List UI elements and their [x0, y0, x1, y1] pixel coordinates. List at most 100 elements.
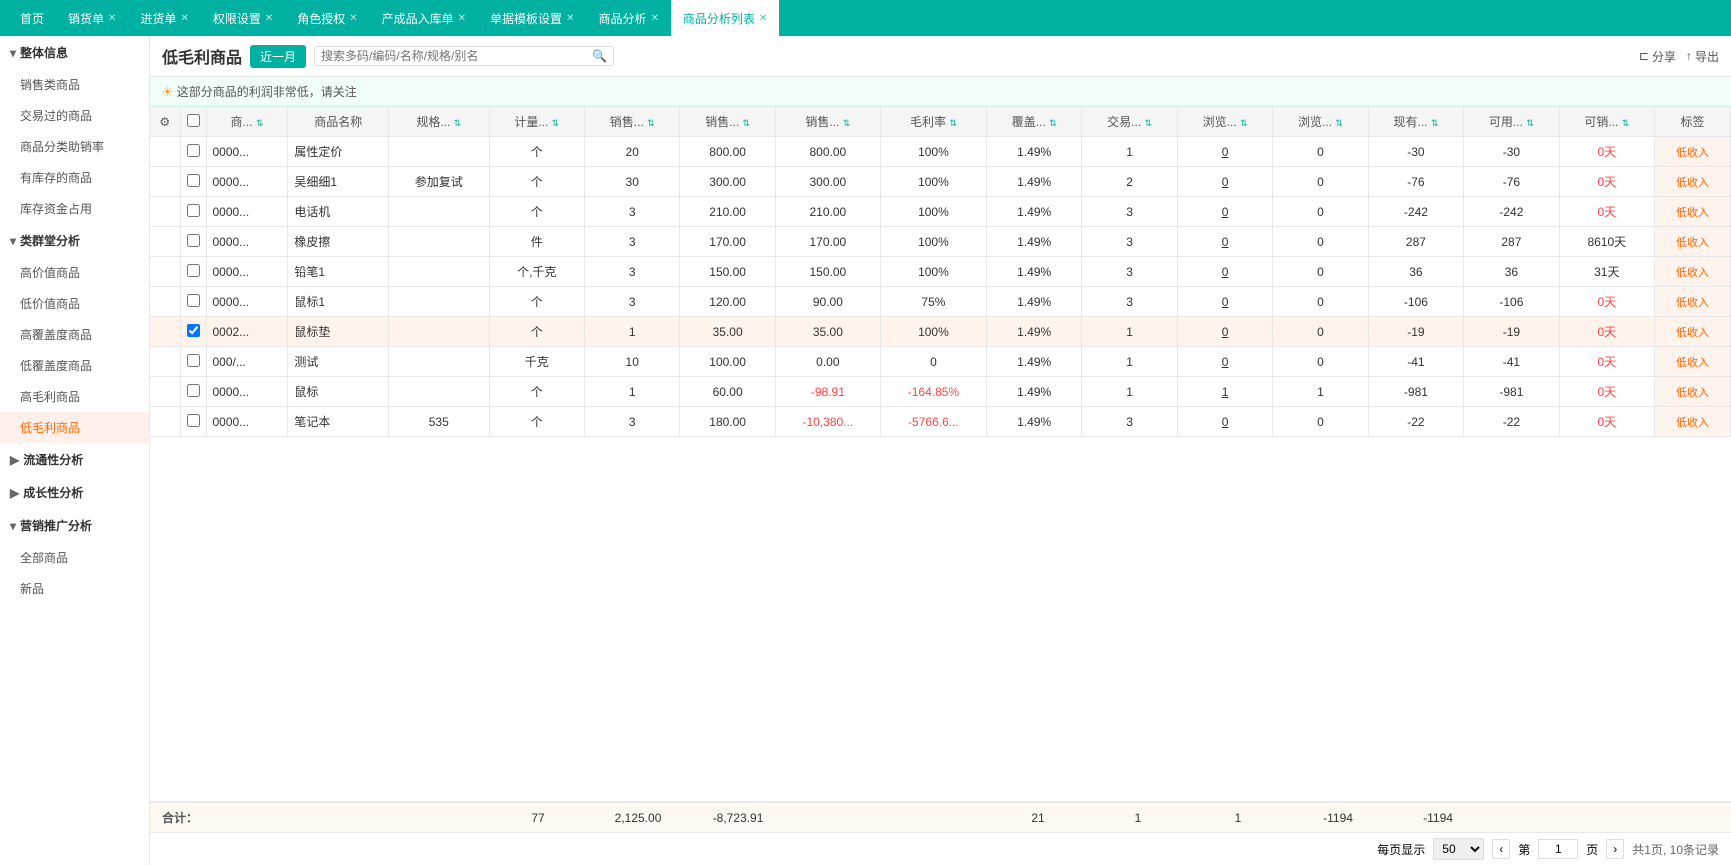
row-select-checkbox[interactable]	[187, 204, 200, 217]
row-checkbox-8[interactable]	[180, 377, 206, 407]
close-icon[interactable]: ✕	[349, 13, 357, 24]
column-tag[interactable]: 标签	[1655, 107, 1731, 137]
nav-sales-order[interactable]: 销货单 ✕	[56, 0, 128, 36]
row-browse1-5[interactable]: 0	[1177, 287, 1272, 317]
sidebar-item-high-value[interactable]: 高价值商品	[0, 257, 149, 288]
row-available-4: 36	[1464, 257, 1559, 287]
row-browse1-2[interactable]: 0	[1177, 197, 1272, 227]
row-browse1-3[interactable]: 0	[1177, 227, 1272, 257]
per-page-select[interactable]: 50 100 200	[1433, 838, 1484, 860]
row-select-checkbox[interactable]	[187, 144, 200, 157]
row-checkbox-7[interactable]	[180, 347, 206, 377]
row-select-checkbox[interactable]	[187, 384, 200, 397]
sidebar-item-low-margin[interactable]: 低毛利商品	[0, 412, 149, 443]
row-spec-0	[388, 137, 489, 167]
column-checkbox[interactable]	[180, 107, 206, 137]
column-product-name[interactable]: 商品名称	[288, 107, 389, 137]
close-icon[interactable]: ✕	[759, 13, 767, 24]
nav-role-auth[interactable]: 角色授权 ✕	[285, 0, 369, 36]
row-name-3: 橡皮擦	[288, 227, 389, 257]
column-browse1[interactable]: 浏览... ⇅	[1177, 107, 1272, 137]
row-select-checkbox[interactable]	[187, 324, 200, 337]
column-available[interactable]: 可用... ⇅	[1464, 107, 1559, 137]
next-page-button[interactable]: ›	[1606, 839, 1624, 859]
row-browse1-7[interactable]: 0	[1177, 347, 1272, 377]
row-select-checkbox[interactable]	[187, 174, 200, 187]
column-sales3[interactable]: 销售... ⇅	[775, 107, 880, 137]
close-icon[interactable]: ✕	[180, 13, 188, 24]
row-select-checkbox[interactable]	[187, 414, 200, 427]
row-select-checkbox[interactable]	[187, 264, 200, 277]
row-checkbox-6[interactable]	[180, 317, 206, 347]
close-icon[interactable]: ✕	[458, 13, 466, 24]
row-checkbox-9[interactable]	[180, 407, 206, 437]
sidebar-item-category-sales[interactable]: 商品分类助销率	[0, 131, 149, 162]
sidebar-group-overall[interactable]: ▾ 整体信息	[0, 36, 149, 69]
sidebar-group-marketing[interactable]: ▾ 营销推广分析	[0, 509, 149, 542]
column-coverage[interactable]: 覆盖... ⇅	[986, 107, 1081, 137]
sidebar-item-low-value[interactable]: 低价值商品	[0, 288, 149, 319]
nav-purchase-order[interactable]: 进货单 ✕	[128, 0, 200, 36]
row-checkbox-5[interactable]	[180, 287, 206, 317]
column-sellable[interactable]: 可销... ⇅	[1559, 107, 1654, 137]
row-browse1-8[interactable]: 1	[1177, 377, 1272, 407]
sidebar-group-flow[interactable]: ▶ 流通性分析	[0, 443, 149, 476]
sidebar-group-growth[interactable]: ▶ 成长性分析	[0, 476, 149, 509]
sidebar-item-stocked-products[interactable]: 有库存的商品	[0, 162, 149, 193]
row-checkbox-4[interactable]	[180, 257, 206, 287]
nav-permissions[interactable]: 权限设置 ✕	[201, 0, 285, 36]
column-sales2[interactable]: 销售... ⇅	[680, 107, 775, 137]
filter-recent-month-button[interactable]: 近一月	[250, 45, 306, 68]
column-code[interactable]: 商... ⇅	[206, 107, 288, 137]
row-checkbox-0[interactable]	[180, 137, 206, 167]
sidebar-item-high-margin[interactable]: 高毛利商品	[0, 381, 149, 412]
prev-page-button[interactable]: ‹	[1492, 839, 1510, 859]
close-icon[interactable]: ✕	[265, 13, 273, 24]
nav-template-settings[interactable]: 单据模板设置 ✕	[478, 0, 586, 36]
close-icon[interactable]: ✕	[650, 13, 658, 24]
nav-product-analysis[interactable]: 商品分析 ✕	[586, 0, 670, 36]
search-icon[interactable]: 🔍	[592, 49, 607, 63]
sidebar-item-high-coverage[interactable]: 高覆盖度商品	[0, 319, 149, 350]
sidebar-item-low-coverage[interactable]: 低覆盖度商品	[0, 350, 149, 381]
share-button[interactable]: ⊏ 分享	[1639, 48, 1676, 65]
column-sales1[interactable]: 销售... ⇅	[584, 107, 679, 137]
row-select-checkbox[interactable]	[187, 354, 200, 367]
sidebar-item-sales-products[interactable]: 销售类商品	[0, 69, 149, 100]
sidebar-item-all-products[interactable]: 全部商品	[0, 542, 149, 573]
close-icon[interactable]: ✕	[566, 13, 574, 24]
column-gross[interactable]: 毛利率 ⇅	[880, 107, 986, 137]
column-unit[interactable]: 计量... ⇅	[489, 107, 584, 137]
row-sales1-1: 30	[584, 167, 679, 197]
sidebar-group-cluster[interactable]: ▾ 类群堂分析	[0, 224, 149, 257]
select-all-checkbox[interactable]	[187, 114, 200, 127]
row-code-7: 000/...	[206, 347, 288, 377]
row-checkbox-1[interactable]	[180, 167, 206, 197]
row-select-checkbox[interactable]	[187, 234, 200, 247]
column-settings[interactable]: ⚙	[150, 107, 180, 137]
sidebar-item-new-products[interactable]: 新品	[0, 573, 149, 604]
nav-home[interactable]: 首页	[8, 0, 56, 36]
column-browse2[interactable]: 浏览... ⇅	[1273, 107, 1368, 137]
row-code-8: 0000...	[206, 377, 288, 407]
column-stock[interactable]: 现有... ⇅	[1368, 107, 1463, 137]
close-icon[interactable]: ✕	[108, 13, 116, 24]
row-coverage-6: 1.49%	[986, 317, 1081, 347]
row-select-checkbox[interactable]	[187, 294, 200, 307]
column-spec[interactable]: 规格... ⇅	[388, 107, 489, 137]
search-input[interactable]	[321, 49, 592, 63]
row-checkbox-2[interactable]	[180, 197, 206, 227]
nav-product-stock[interactable]: 产成品入库单 ✕	[370, 0, 478, 36]
row-browse1-6[interactable]: 0	[1177, 317, 1272, 347]
row-browse1-4[interactable]: 0	[1177, 257, 1272, 287]
page-input[interactable]	[1538, 839, 1578, 859]
row-checkbox-3[interactable]	[180, 227, 206, 257]
row-browse1-9[interactable]: 0	[1177, 407, 1272, 437]
column-transaction[interactable]: 交易... ⇅	[1082, 107, 1177, 137]
sidebar-item-traded-products[interactable]: 交易过的商品	[0, 100, 149, 131]
row-browse1-1[interactable]: 0	[1177, 167, 1272, 197]
sidebar-item-stock-capital[interactable]: 库存资金占用	[0, 193, 149, 224]
nav-product-analysis-list[interactable]: 商品分析列表 ✕	[671, 0, 779, 36]
row-browse1-0[interactable]: 0	[1177, 137, 1272, 167]
export-button[interactable]: ↑ 导出	[1686, 48, 1719, 65]
